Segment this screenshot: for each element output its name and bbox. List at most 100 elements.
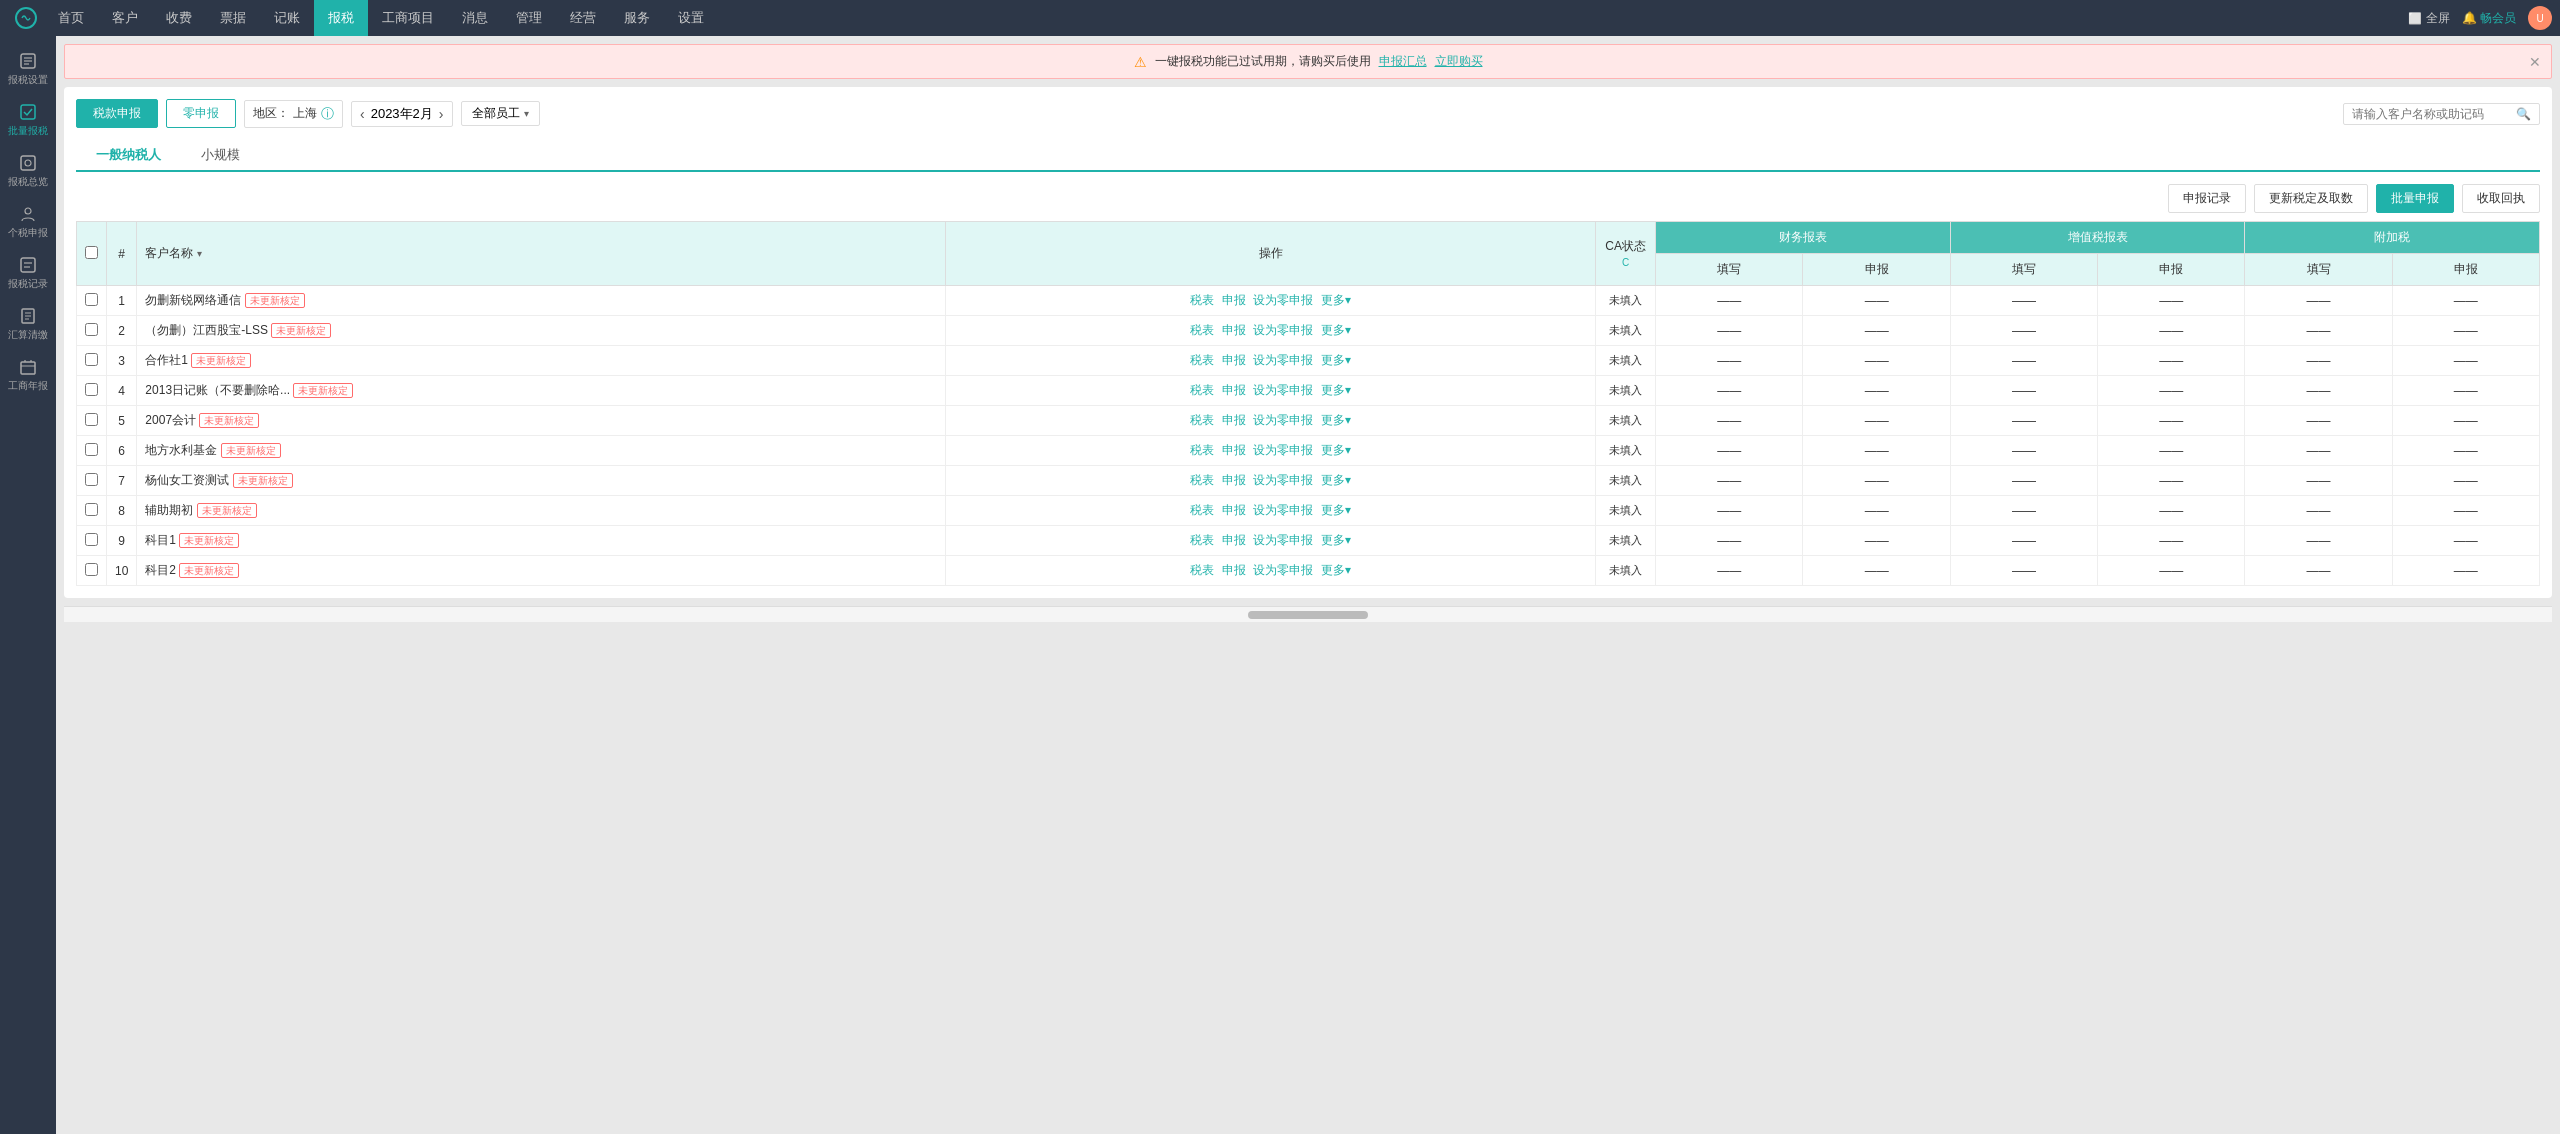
staff-selector[interactable]: 全部员工 ▾ [461,101,540,126]
op-link-more[interactable]: 更多▾ [1321,353,1351,367]
op-link-税表[interactable]: 税表 [1190,383,1214,397]
op-link-设为零申报[interactable]: 设为零申报 [1253,563,1313,577]
nav-message[interactable]: 消息 [448,0,502,36]
op-link-设为零申报[interactable]: 设为零申报 [1253,533,1313,547]
row-checkbox[interactable] [85,383,98,396]
nav-fee[interactable]: 收费 [152,0,206,36]
op-link-设为零申报[interactable]: 设为零申报 [1253,443,1313,457]
op-link-税表[interactable]: 税表 [1190,533,1214,547]
op-link-设为零申报[interactable]: 设为零申报 [1253,383,1313,397]
region-info-icon[interactable]: ⓘ [321,105,334,123]
sidebar-item-personal-tax[interactable]: 个税申报 [0,197,56,248]
row-tax-submit: —— [2098,376,2245,406]
unverified-tag: 未更新核定 [179,533,239,548]
op-link-申报[interactable]: 申报 [1222,293,1246,307]
op-link-more[interactable]: 更多▾ [1321,503,1351,517]
row-checkbox[interactable] [85,473,98,486]
tab-tax-declaration[interactable]: 税款申报 [76,99,158,128]
row-checkbox[interactable] [85,533,98,546]
op-link-more[interactable]: 更多▾ [1321,473,1351,487]
op-link-more[interactable]: 更多▾ [1321,413,1351,427]
fullscreen-btn[interactable]: ⬜ 全屏 [2408,10,2449,27]
banner-link-summary[interactable]: 申报汇总 [1379,53,1427,70]
op-link-设为零申报[interactable]: 设为零申报 [1253,503,1313,517]
op-link-申报[interactable]: 申报 [1222,443,1246,457]
op-link-税表[interactable]: 税表 [1190,353,1214,367]
sidebar-item-tax-settings[interactable]: 报税设置 [0,44,56,95]
op-link-申报[interactable]: 申报 [1222,383,1246,397]
tab-zero-declaration[interactable]: 零申报 [166,99,236,128]
select-all-checkbox[interactable] [85,246,98,259]
search-icon[interactable]: 🔍 [2516,107,2531,121]
row-checkbox[interactable] [85,413,98,426]
search-input[interactable] [2352,107,2512,121]
sidebar-item-business-annual[interactable]: 工商年报 [0,350,56,401]
nav-invoice[interactable]: 票据 [206,0,260,36]
name-sort-icon[interactable]: ▾ [197,248,202,259]
nav-customer[interactable]: 客户 [98,0,152,36]
op-link-申报[interactable]: 申报 [1222,563,1246,577]
op-link-more[interactable]: 更多▾ [1321,323,1351,337]
op-link-more[interactable]: 更多▾ [1321,383,1351,397]
sub-tab-small[interactable]: 小规模 [181,140,260,172]
row-checkbox[interactable] [85,323,98,336]
op-link-税表[interactable]: 税表 [1190,563,1214,577]
update-tax-button[interactable]: 更新税定及取数 [2254,184,2368,213]
nav-business[interactable]: 工商项目 [368,0,448,36]
op-link-more[interactable]: 更多▾ [1321,293,1351,307]
horizontal-scrollbar[interactable] [1248,611,1368,619]
sidebar-item-annual-settlement[interactable]: 汇算清缴 [0,299,56,350]
th-additional-tax: 附加税 [2245,222,2540,254]
svg-rect-9 [21,258,35,272]
op-link-more[interactable]: 更多▾ [1321,443,1351,457]
op-link-申报[interactable]: 申报 [1222,323,1246,337]
row-checkbox[interactable] [85,563,98,576]
op-link-税表[interactable]: 税表 [1190,443,1214,457]
sidebar-item-batch-tax[interactable]: 批量报税 [0,95,56,146]
get-receipt-button[interactable]: 收取回执 [2462,184,2540,213]
declaration-record-button[interactable]: 申报记录 [2168,184,2246,213]
batch-declare-button[interactable]: 批量申报 [2376,184,2454,213]
op-link-设为零申报[interactable]: 设为零申报 [1253,293,1313,307]
op-link-税表[interactable]: 税表 [1190,413,1214,427]
sidebar-item-tax-record[interactable]: 报税记录 [0,248,56,299]
nav-home[interactable]: 首页 [44,0,98,36]
nav-management[interactable]: 管理 [502,0,556,36]
row-checkbox[interactable] [85,293,98,306]
op-link-申报[interactable]: 申报 [1222,473,1246,487]
upgrade-btn[interactable]: 🔔 畅会员 [2462,10,2516,27]
op-link-设为零申报[interactable]: 设为零申报 [1253,413,1313,427]
region-selector[interactable]: 地区： 上海 ⓘ [244,100,343,128]
user-avatar[interactable]: U [2528,6,2552,30]
row-add-submit: —— [2392,556,2539,586]
op-link-申报[interactable]: 申报 [1222,413,1246,427]
op-link-设为零申报[interactable]: 设为零申报 [1253,473,1313,487]
op-link-申报[interactable]: 申报 [1222,353,1246,367]
op-link-设为零申报[interactable]: 设为零申报 [1253,323,1313,337]
nav-settings[interactable]: 设置 [664,0,718,36]
op-link-税表[interactable]: 税表 [1190,293,1214,307]
op-link-申报[interactable]: 申报 [1222,533,1246,547]
prev-date-button[interactable]: ‹ [360,106,365,122]
nav-operation[interactable]: 经营 [556,0,610,36]
row-checkbox[interactable] [85,443,98,456]
app-logo[interactable] [8,0,44,36]
op-link-申报[interactable]: 申报 [1222,503,1246,517]
row-checkbox-cell [77,436,107,466]
next-date-button[interactable]: › [439,106,444,122]
nav-bookkeeping[interactable]: 记账 [260,0,314,36]
op-link-税表[interactable]: 税表 [1190,323,1214,337]
op-link-more[interactable]: 更多▾ [1321,563,1351,577]
row-checkbox[interactable] [85,503,98,516]
banner-link-buy[interactable]: 立即购买 [1435,53,1483,70]
op-link-more[interactable]: 更多▾ [1321,533,1351,547]
sub-tab-general[interactable]: 一般纳税人 [76,140,181,172]
sidebar-item-overview[interactable]: 报税总览 [0,146,56,197]
row-checkbox[interactable] [85,353,98,366]
op-link-税表[interactable]: 税表 [1190,503,1214,517]
nav-service[interactable]: 服务 [610,0,664,36]
banner-close[interactable]: ✕ [2529,54,2541,70]
op-link-设为零申报[interactable]: 设为零申报 [1253,353,1313,367]
op-link-税表[interactable]: 税表 [1190,473,1214,487]
nav-tax[interactable]: 报税 [314,0,368,36]
